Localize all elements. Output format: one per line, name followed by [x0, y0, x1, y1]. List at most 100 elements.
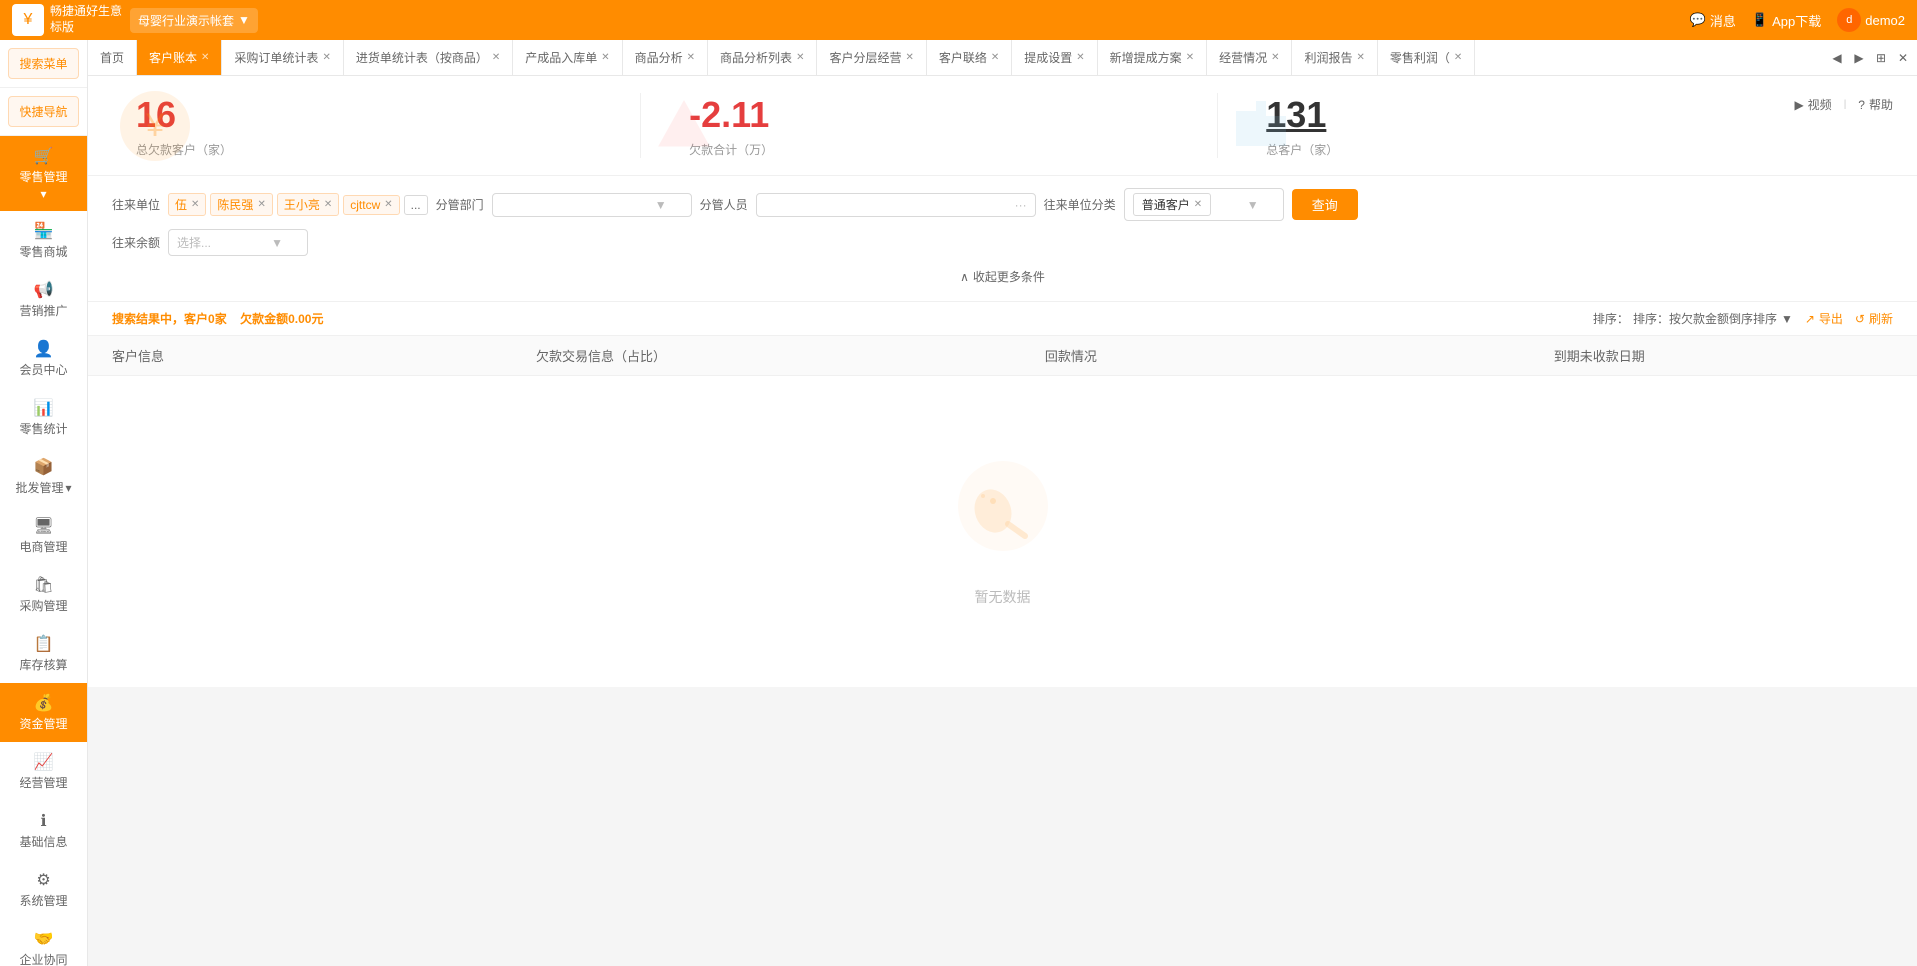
tabs-expand-btn[interactable]: ⊞ [1871, 48, 1891, 68]
sidebar-item-ecommerce[interactable]: 🖥 电商管理 [0, 506, 87, 565]
purchase-icon: 🛍 [33, 575, 53, 595]
tab-product-analysis-list[interactable]: 商品分析列表 ✕ [708, 40, 817, 76]
sidebar-item-basic-info[interactable]: ℹ 基础信息 [0, 801, 87, 860]
category-select[interactable]: 普通客户 ✕ ▼ [1124, 188, 1284, 221]
filter-tag-close[interactable]: ✕ [324, 199, 332, 210]
export-icon: ↗ [1805, 312, 1815, 326]
sidebar: 搜索菜单 快捷导航 🛒 零售管理 ▾ 🏪 零售商城 📢 营销推广 👤 会员中心 [0, 40, 88, 966]
empty-state: 暂无数据 [88, 376, 1917, 687]
logo-text: 畅捷通好生意 标版 [50, 4, 122, 35]
tab-customer-contact[interactable]: 客户联络 ✕ [927, 40, 1012, 76]
stats-header: ¥ 16 总欠款客户（家） ✕ -2.11 欠款合计（万） [88, 76, 1917, 176]
search-results-bar: 搜索结果中，客户0家 欠款金额0.00元 排序： 排序：按欠款金额倒序排序 ▼ … [88, 302, 1917, 336]
tab-close-icon[interactable]: ✕ [492, 52, 500, 63]
tab-close-icon[interactable]: ✕ [201, 52, 209, 63]
workspace-selector[interactable]: 母婴行业演示帐套 ▼ [130, 8, 258, 33]
tabs-bar: 首页 客户账本 ✕ 采购订单统计表 ✕ 进货单统计表（按商品） ✕ 产成品入库单… [88, 40, 1917, 76]
user-avatar[interactable]: d demo2 [1837, 8, 1905, 32]
help-icon: ? [1858, 98, 1865, 112]
tab-close-icon[interactable]: ✕ [687, 52, 695, 63]
balance-select[interactable]: 选择... ▼ [168, 229, 308, 256]
search-menu-button[interactable]: 搜索菜单 [8, 48, 79, 79]
sidebar-item-inventory[interactable]: 📋 库存核算 [0, 624, 87, 683]
tab-add-commission-plan[interactable]: 新增提成方案 ✕ [1098, 40, 1207, 76]
tabs-close-all-btn[interactable]: ✕ [1893, 48, 1913, 68]
tab-close-icon[interactable]: ✕ [1186, 52, 1194, 63]
member-icon: 👤 [34, 339, 54, 359]
tab-close-icon[interactable]: ✕ [1357, 52, 1365, 63]
tab-close-icon[interactable]: ✕ [991, 52, 999, 63]
main-content: ¥ 16 总欠款客户（家） ✕ -2.11 欠款合计（万） [88, 76, 1917, 966]
dept-select[interactable]: ▼ [492, 193, 692, 217]
stats-header-actions: ▶ 视频 | ? 帮助 [1794, 92, 1893, 113]
tab-retail-profit[interactable]: 零售利润（ ✕ [1378, 40, 1475, 76]
query-button[interactable]: 查询 [1292, 189, 1358, 220]
sidebar-item-retail-stats[interactable]: 📊 零售统计 [0, 388, 87, 447]
quick-nav-button[interactable]: 快捷导航 [8, 96, 79, 127]
retail-mall-icon: 🏪 [34, 221, 54, 241]
sidebar-item-label: 企业协同 [19, 951, 67, 966]
filter-tag-close[interactable]: ✕ [191, 199, 199, 210]
tab-commission-settings[interactable]: 提成设置 ✕ [1012, 40, 1097, 76]
operations-icon: 📈 [34, 752, 54, 772]
tab-close-icon[interactable]: ✕ [1271, 52, 1279, 63]
tab-close-icon[interactable]: ✕ [1076, 52, 1084, 63]
sidebar-item-purchase[interactable]: 🛍 采购管理 [0, 565, 87, 624]
retail-stats-icon: 📊 [34, 398, 54, 418]
col-header-date: 到期未收款日期 [1554, 346, 1893, 365]
export-btn[interactable]: ↗ 导出 [1805, 310, 1843, 327]
person-input[interactable]: ··· [756, 193, 1036, 217]
sidebar-item-label: 批发管理 [15, 479, 63, 496]
sidebar-item-marketing[interactable]: 📢 营销推广 [0, 270, 87, 329]
sidebar-item-label: 营销推广 [19, 302, 67, 319]
filter-tag-chen: 陈民强 ✕ [210, 193, 272, 216]
sidebar-item-member-center[interactable]: 👤 会员中心 [0, 329, 87, 388]
filter-more-btn[interactable]: ... [404, 195, 428, 215]
retail-mgmt-icon: 🛒 [34, 146, 54, 166]
app-download-btn[interactable]: 📱 App下载 [1752, 11, 1821, 30]
tab-close-icon[interactable]: ✕ [601, 52, 609, 63]
dept-label: 分管部门 [436, 196, 484, 213]
help-btn[interactable]: ? 帮助 [1858, 96, 1893, 113]
sidebar-item-retail-mgmt[interactable]: 🛒 零售管理 ▾ [0, 136, 87, 211]
collapse-filters-btn[interactable]: ∧ 收起更多条件 [112, 264, 1893, 289]
tab-product-analysis[interactable]: 商品分析 ✕ [623, 40, 708, 76]
tab-profit-report[interactable]: 利润报告 ✕ [1292, 40, 1377, 76]
tab-home[interactable]: 首页 [88, 40, 137, 76]
collab-icon: 🤝 [34, 929, 54, 949]
sidebar-item-label: 零售统计 [19, 420, 67, 437]
sidebar-item-finance[interactable]: 💰 资金管理 [0, 683, 87, 742]
search-results-actions: 排序： 排序：按欠款金额倒序排序 ▼ ↗ 导出 ↺ 刷新 [1593, 310, 1893, 327]
tab-customer-ledger[interactable]: 客户账本 ✕ [137, 40, 222, 76]
tab-customer-tier[interactable]: 客户分层经营 ✕ [817, 40, 926, 76]
sidebar-item-enterprise-collab[interactable]: 🤝 企业协同 [0, 919, 87, 966]
filter-tag-close[interactable]: ✕ [257, 199, 265, 210]
tab-inbound-stats[interactable]: 进货单统计表（按商品） ✕ [344, 40, 513, 76]
category-tag-close[interactable]: ✕ [1194, 199, 1202, 210]
sidebar-item-operations[interactable]: 📈 经营管理 [0, 742, 87, 801]
filter-tags: 伍 ✕ 陈民强 ✕ 王小亮 ✕ [168, 193, 428, 216]
refresh-btn[interactable]: ↺ 刷新 [1855, 310, 1893, 327]
tab-purchase-order-stats[interactable]: 采购订单统计表 ✕ [222, 40, 343, 76]
tab-close-icon[interactable]: ✕ [796, 52, 804, 63]
sidebar-item-retail-mall[interactable]: 🏪 零售商城 [0, 211, 87, 270]
message-btn[interactable]: 💬 消息 [1690, 11, 1736, 30]
tab-close-icon[interactable]: ✕ [905, 52, 913, 63]
ecommerce-icon: 🖥 [33, 516, 53, 536]
tab-close-icon[interactable]: ✕ [1454, 52, 1462, 63]
sidebar-item-wholesale-mgmt[interactable]: 📦 批发管理 ▾ [0, 447, 87, 506]
sort-selector[interactable]: 排序： 排序：按欠款金额倒序排序 ▼ [1593, 310, 1793, 327]
tab-operations-status[interactable]: 经营情况 ✕ [1207, 40, 1292, 76]
category-tag: 普通客户 ✕ [1133, 193, 1211, 216]
finance-icon: 💰 [34, 693, 54, 713]
video-icon: ▶ [1794, 98, 1803, 112]
tab-close-icon[interactable]: ✕ [322, 52, 330, 63]
filter-tag-close[interactable]: ✕ [384, 199, 392, 210]
sidebar-item-system[interactable]: ⚙ 系统管理 [0, 860, 87, 919]
sidebar-item-label: 采购管理 [19, 597, 67, 614]
video-btn[interactable]: ▶ 视频 [1794, 96, 1831, 113]
unit-label: 往来单位 [112, 196, 160, 213]
tab-production-inbound[interactable]: 产成品入库单 ✕ [513, 40, 622, 76]
tabs-prev-btn[interactable]: ◀ [1827, 48, 1847, 68]
tabs-next-btn[interactable]: ▶ [1849, 48, 1869, 68]
